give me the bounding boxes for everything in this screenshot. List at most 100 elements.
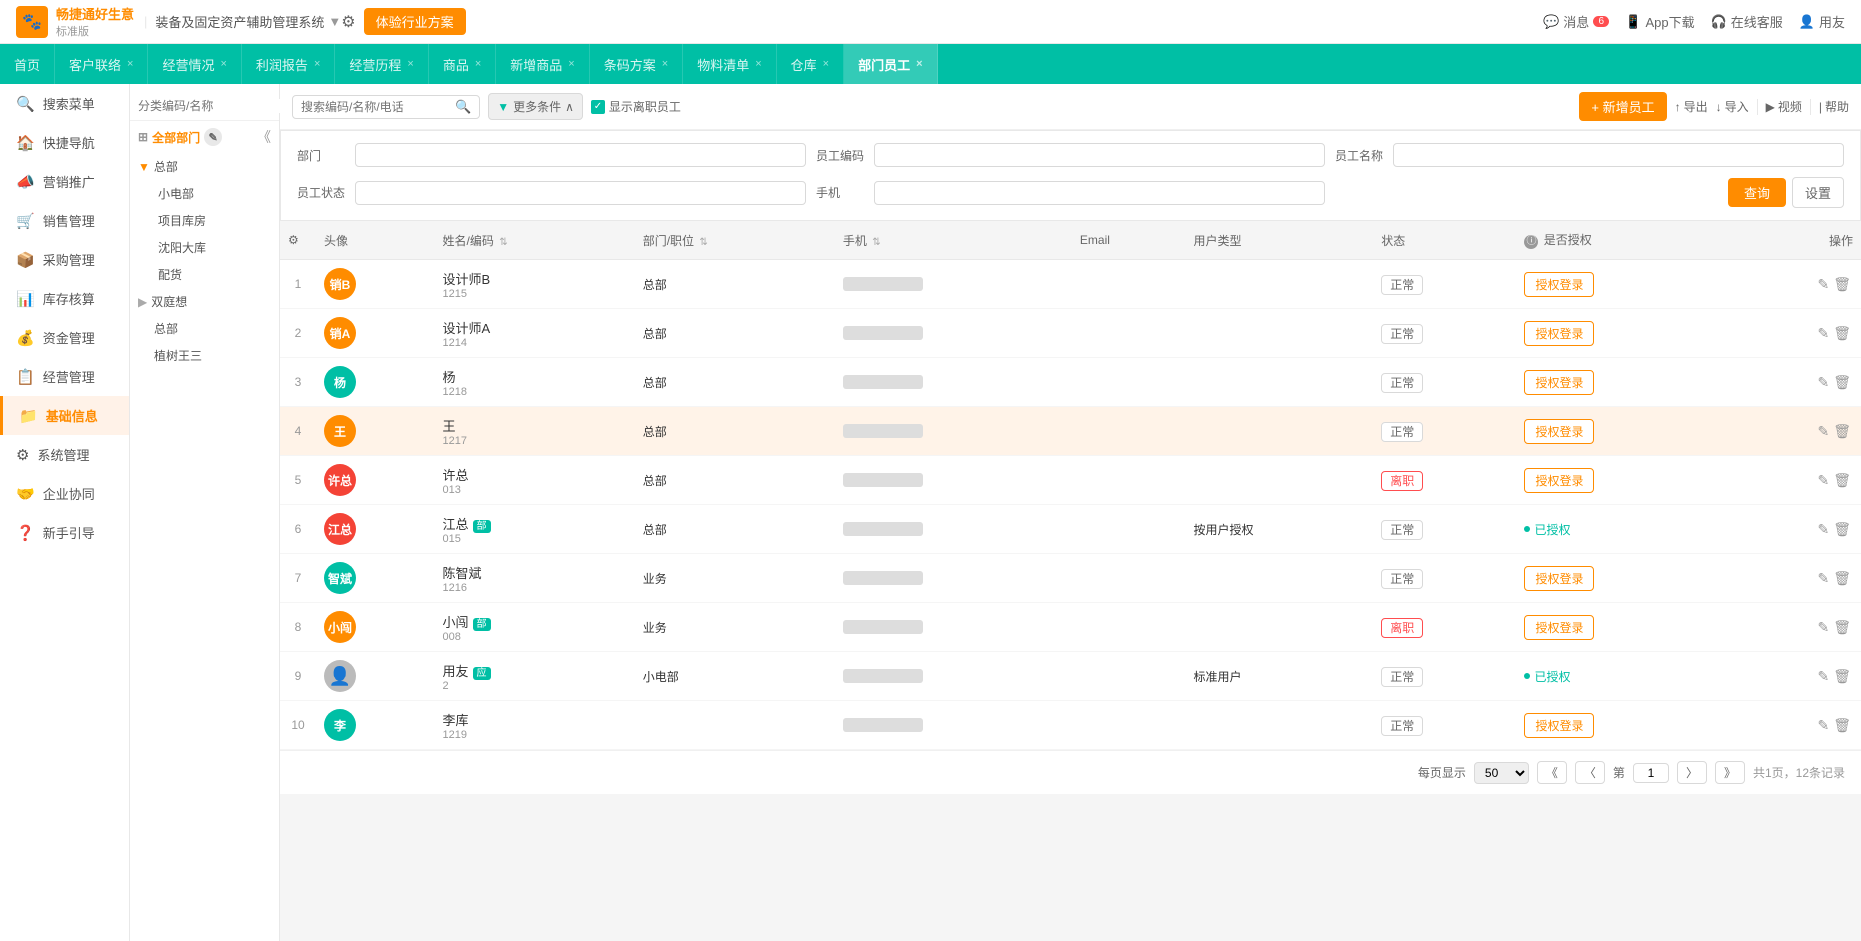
close-icon[interactable]: ×: [823, 58, 829, 70]
close-icon[interactable]: ×: [314, 58, 320, 70]
search-input-icon[interactable]: 🔍: [455, 99, 471, 115]
auth-login-btn[interactable]: 授权登录: [1524, 272, 1594, 297]
dept-node-zongbu[interactable]: ▼ 总部: [130, 153, 279, 180]
auth-login-btn[interactable]: 授权登录: [1524, 615, 1594, 640]
delete-btn[interactable]: 🗑: [1831, 421, 1853, 442]
export-btn[interactable]: ↑ 导出: [1675, 98, 1708, 115]
dept-node-xiangmu[interactable]: 项目库房: [138, 207, 279, 234]
tab-new-goods[interactable]: 新增商品×: [496, 44, 589, 84]
sort-dept-icon[interactable]: ⇅: [699, 237, 707, 248]
auth-login-btn[interactable]: 授权登录: [1524, 419, 1594, 444]
close-icon[interactable]: ×: [407, 58, 413, 70]
video-btn[interactable]: ▶ 视频: [1766, 98, 1802, 115]
page-input[interactable]: [1633, 763, 1669, 783]
dept-node-peihuo[interactable]: 配货: [138, 261, 279, 288]
auth-login-btn[interactable]: 授权登录: [1524, 370, 1594, 395]
delete-btn[interactable]: 🗑: [1831, 715, 1853, 736]
dept-node-shenyang[interactable]: 沈阳大库: [138, 234, 279, 261]
import-btn[interactable]: ↓ 导入: [1716, 98, 1749, 115]
sidebar-item-system[interactable]: ⚙ 系统管理: [0, 435, 129, 474]
sort-phone-icon[interactable]: ⇅: [872, 237, 880, 248]
edit-btn[interactable]: ✎: [1815, 470, 1831, 491]
tab-goods[interactable]: 商品×: [429, 44, 496, 84]
th-settings[interactable]: ⚙: [280, 221, 316, 260]
tab-profit-report[interactable]: 利润报告×: [242, 44, 335, 84]
settings-icon[interactable]: ⚙: [288, 233, 299, 247]
message-btn[interactable]: 💬 消息 6: [1543, 12, 1609, 31]
trial-button[interactable]: 体验行业方案: [364, 8, 466, 35]
gear-button[interactable]: ⚙: [341, 12, 355, 32]
last-page-btn[interactable]: 》: [1715, 761, 1745, 784]
dept-node-zhishu[interactable]: 植树王三: [130, 342, 279, 369]
first-page-btn[interactable]: 《: [1537, 761, 1567, 784]
query-btn[interactable]: 查询: [1728, 178, 1786, 207]
sidebar-item-quick-nav[interactable]: 🏠 快捷导航: [0, 123, 129, 162]
page-size-select[interactable]: 50 100: [1474, 762, 1529, 784]
close-icon[interactable]: ×: [220, 58, 226, 70]
sidebar-item-operation[interactable]: 📋 经营管理: [0, 357, 129, 396]
tab-operation-history[interactable]: 经营历程×: [335, 44, 428, 84]
delete-btn[interactable]: 🗑: [1831, 274, 1853, 295]
close-icon[interactable]: ×: [916, 58, 922, 70]
delete-btn[interactable]: 🗑: [1831, 666, 1853, 687]
tab-customer[interactable]: 客户联络×: [55, 44, 148, 84]
sidebar-item-marketing[interactable]: 📣 营销推广: [0, 162, 129, 201]
edit-btn[interactable]: ✎: [1815, 666, 1831, 687]
sidebar-item-guide[interactable]: ❓ 新手引导: [0, 513, 129, 552]
show-resigned-toggle[interactable]: ✓ 显示离职员工: [591, 98, 681, 115]
edit-btn[interactable]: ✎: [1815, 372, 1831, 393]
empname-input[interactable]: [1393, 143, 1844, 167]
tab-barcode[interactable]: 条码方案×: [590, 44, 683, 84]
search-input[interactable]: [301, 100, 451, 114]
edit-btn[interactable]: ✎: [1815, 568, 1831, 589]
delete-btn[interactable]: 🗑: [1831, 519, 1853, 540]
set-btn[interactable]: 设置: [1792, 177, 1844, 208]
edit-btn[interactable]: ✎: [1815, 617, 1831, 638]
delete-btn[interactable]: 🗑: [1831, 372, 1853, 393]
tab-warehouse[interactable]: 仓库×: [777, 44, 844, 84]
edit-btn[interactable]: ✎: [1815, 323, 1831, 344]
auth-login-btn[interactable]: 授权登录: [1524, 468, 1594, 493]
delete-btn[interactable]: 🗑: [1831, 568, 1853, 589]
tab-material-list[interactable]: 物料清单×: [683, 44, 776, 84]
dept-node-xiaodian[interactable]: 小电部: [138, 180, 279, 207]
close-icon[interactable]: ×: [662, 58, 668, 70]
empcode-input[interactable]: [874, 143, 1325, 167]
empstatus-select[interactable]: [355, 181, 806, 205]
dept-select[interactable]: [355, 143, 806, 167]
edit-btn[interactable]: ✎: [1815, 715, 1831, 736]
tab-home[interactable]: 首页: [0, 44, 55, 84]
online-service-btn[interactable]: 🎧 在线客服: [1711, 12, 1783, 31]
dept-search-input[interactable]: [138, 99, 293, 113]
auth-login-btn[interactable]: 授权登录: [1524, 566, 1594, 591]
auth-login-btn[interactable]: 授权登录: [1524, 321, 1594, 346]
delete-btn[interactable]: 🗑: [1831, 617, 1853, 638]
dept-node-shuangting[interactable]: ▶ 双庭想: [130, 288, 279, 315]
close-icon[interactable]: ×: [755, 58, 761, 70]
help-btn[interactable]: | 帮助: [1819, 98, 1849, 115]
edit-btn[interactable]: ✎: [1815, 421, 1831, 442]
sidebar-item-finance[interactable]: 💰 资金管理: [0, 318, 129, 357]
edit-btn[interactable]: ✎: [1815, 519, 1831, 540]
sidebar-item-basic[interactable]: 📁 基础信息: [0, 396, 129, 435]
auth-info-icon[interactable]: ⓘ: [1524, 235, 1538, 249]
tab-operation-status[interactable]: 经营情况×: [148, 44, 241, 84]
filter-more-btn[interactable]: ▼ 更多条件 ∧: [488, 93, 583, 120]
close-icon[interactable]: ×: [127, 58, 133, 70]
dropdown-icon[interactable]: ▼: [328, 14, 341, 29]
close-icon[interactable]: ×: [475, 58, 481, 70]
sidebar-item-sales[interactable]: 🛒 销售管理: [0, 201, 129, 240]
close-icon[interactable]: ×: [568, 58, 574, 70]
sidebar-item-collab[interactable]: 🤝 企业协同: [0, 474, 129, 513]
next-page-btn[interactable]: 〉: [1677, 761, 1707, 784]
delete-btn[interactable]: 🗑: [1831, 470, 1853, 491]
sidebar-item-purchase[interactable]: 📦 采购管理: [0, 240, 129, 279]
sort-name-icon[interactable]: ⇅: [499, 237, 507, 248]
edit-dept-icon[interactable]: ✎: [204, 128, 222, 146]
edit-btn[interactable]: ✎: [1815, 274, 1831, 295]
sidebar-item-inventory[interactable]: 📊 库存核算: [0, 279, 129, 318]
app-download-btn[interactable]: 📱 App下载: [1625, 12, 1694, 31]
tab-department-staff[interactable]: 部门员工×: [844, 44, 937, 84]
prev-page-btn[interactable]: 〈: [1575, 761, 1605, 784]
dept-node-zongbu2[interactable]: 总部: [130, 315, 279, 342]
